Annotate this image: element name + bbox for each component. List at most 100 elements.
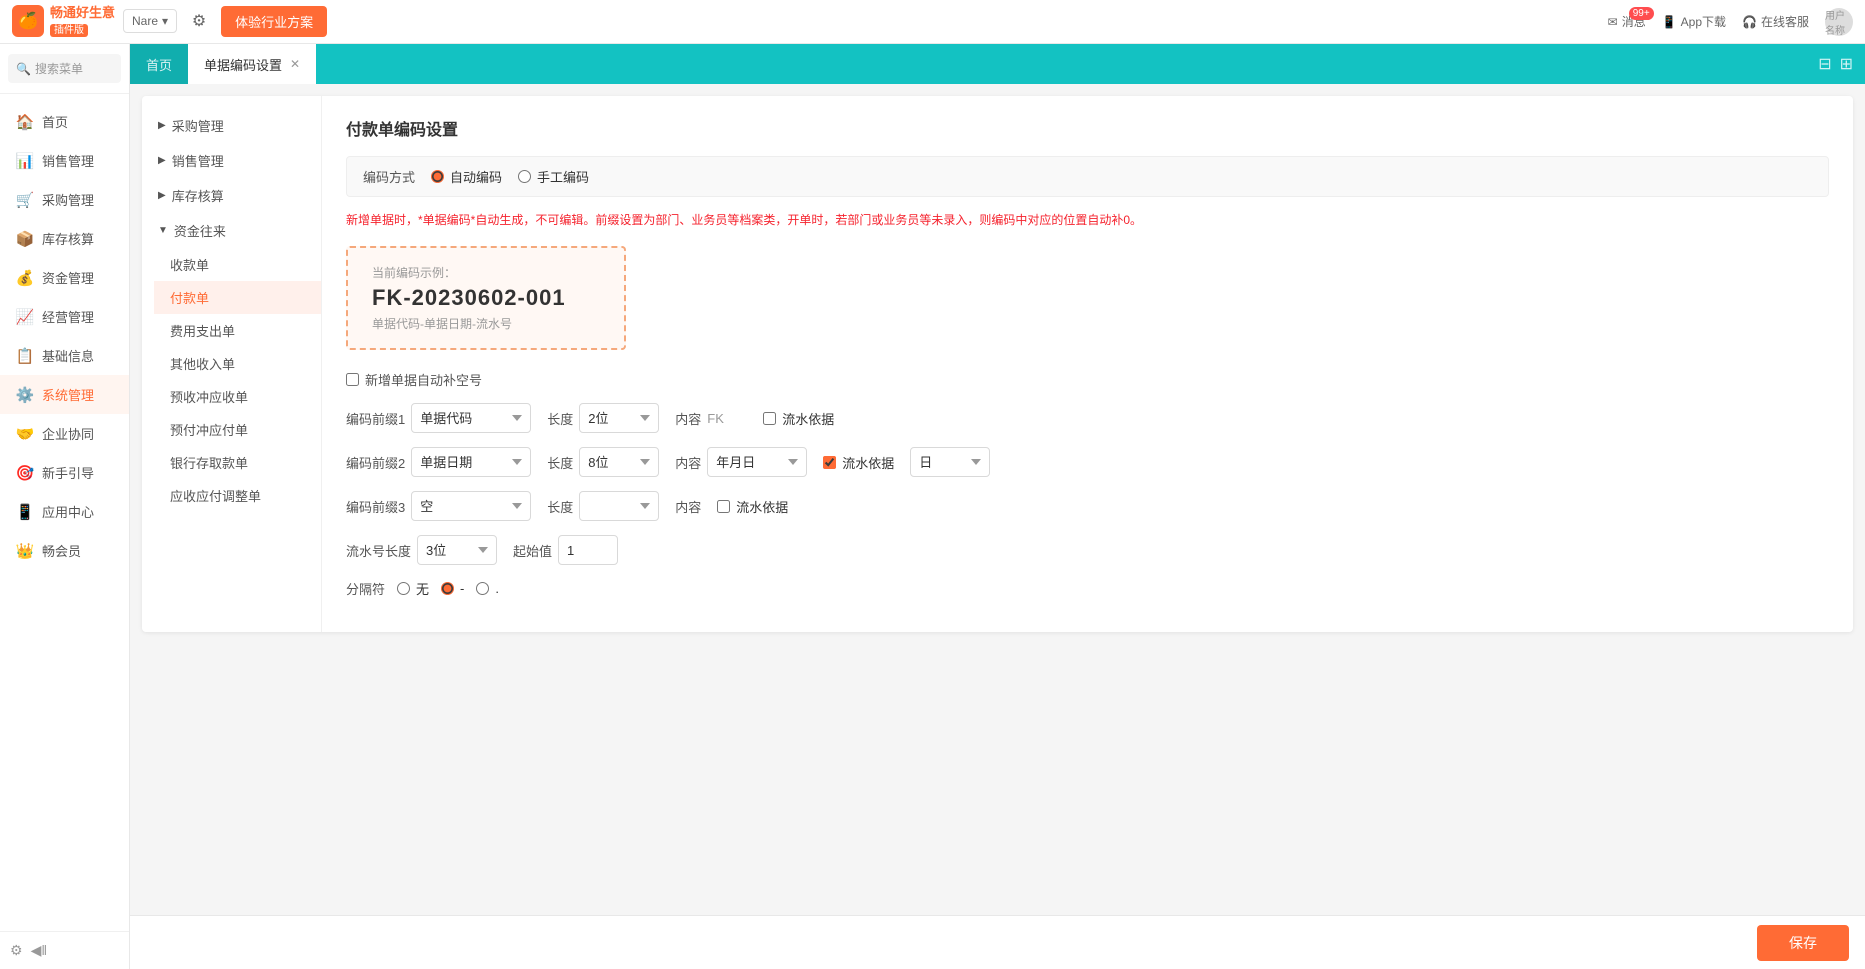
chevron-down-icon: ▾ — [162, 14, 168, 28]
prefix3-content-field: 内容 — [675, 497, 701, 516]
prefix1-length-field: 长度 2位 — [547, 403, 659, 433]
sep-dash-label: - — [460, 581, 464, 596]
prefix1-length-select[interactable]: 2位 — [579, 403, 659, 433]
prefix2-stream-unit-field: 日 — [910, 447, 990, 477]
user-avatar[interactable]: 用户名称 — [1825, 8, 1853, 36]
serial-length-select[interactable]: 3位 — [417, 535, 497, 565]
sidebar-item-home[interactable]: 🏠 首页 — [0, 102, 129, 141]
tree-group-inventory[interactable]: ▶ 库存核算 — [142, 178, 321, 213]
sidebar-item-apps[interactable]: 📱 应用中心 — [0, 492, 129, 531]
tree-group-sales[interactable]: ▶ 销售管理 — [142, 143, 321, 178]
trial-button[interactable]: 体验行业方案 — [221, 6, 327, 37]
prefix3-length-field: 长度 — [547, 491, 659, 521]
auto-encode-radio[interactable] — [431, 170, 444, 183]
tree-item-receipt[interactable]: 收款单 — [154, 248, 321, 281]
search-menu-button[interactable]: 🔍 搜索菜单 — [8, 54, 121, 83]
prefix1-row: 编码前缀1 单据代码 长度 2位 — [346, 403, 1829, 433]
enterprise-icon: 🤝 — [16, 425, 34, 443]
prefix1-field: 编码前缀1 单据代码 — [346, 403, 531, 433]
sidebar-item-member[interactable]: 👑 畅会员 — [0, 531, 129, 570]
start-value-input[interactable] — [558, 535, 618, 565]
prefix3-stream-checkbox[interactable] — [717, 500, 730, 513]
tree-item-ap-adjustment[interactable]: 应收应付调整单 — [154, 479, 321, 512]
home-icon: 🏠 — [16, 113, 34, 131]
prefix1-select[interactable]: 单据代码 — [411, 403, 531, 433]
prefix3-length-select[interactable] — [579, 491, 659, 521]
sidebar-settings-button[interactable]: ⚙ — [10, 942, 23, 959]
online-service-button[interactable]: 🎧 在线客服 — [1742, 13, 1809, 30]
tree-item-expense[interactable]: 费用支出单 — [154, 314, 321, 347]
top-nav-right: ✉ 消息 99+ 📱 App下载 🎧 在线客服 用户名称 — [1608, 8, 1853, 36]
prefix1-content-value: FK — [707, 411, 747, 426]
sep-dash-radio[interactable] — [441, 582, 454, 595]
prefix2-stream-checkbox[interactable] — [823, 456, 836, 469]
tree-item-payment[interactable]: 付款单 — [154, 281, 321, 314]
prefix1-stream-checkbox[interactable] — [763, 412, 776, 425]
prefix2-length-select[interactable]: 8位 — [579, 447, 659, 477]
encoding-mode-label: 编码方式 — [363, 167, 415, 186]
sidebar-search-area: 🔍 搜索菜单 — [0, 44, 129, 94]
prefix1-content-field: 内容 FK — [675, 409, 747, 428]
tab-expand-button[interactable]: ⊟ ⊞ — [1806, 54, 1865, 74]
member-icon: 👑 — [16, 542, 34, 560]
settings-icon[interactable]: ⚙ — [185, 7, 213, 35]
messages-button[interactable]: ✉ 消息 99+ — [1608, 13, 1646, 30]
tree-item-bank-deposit[interactable]: 银行存取款单 — [154, 446, 321, 479]
separator-dot-radio[interactable]: . — [476, 581, 499, 596]
prefix3-label: 编码前缀3 — [346, 497, 405, 516]
separator-none-radio[interactable]: 无 — [397, 579, 429, 598]
sep-none-radio[interactable] — [397, 582, 410, 595]
window-maximize-icon: ⊞ — [1840, 54, 1853, 74]
sidebar-item-finance[interactable]: 💰 资金管理 — [0, 258, 129, 297]
prefix2-stream-unit-select[interactable]: 日 — [910, 447, 990, 477]
tab-close-icon[interactable]: ✕ — [290, 57, 300, 71]
prefix1-label: 编码前缀1 — [346, 409, 405, 428]
auto-encode-label: 自动编码 — [450, 167, 502, 186]
prefix3-stream-label: 流水依据 — [736, 497, 788, 516]
radio-manual-encode[interactable]: 手工编码 — [518, 167, 589, 186]
sep-dot-radio[interactable] — [476, 582, 489, 595]
tree-item-advance-payment[interactable]: 预付冲应付单 — [154, 413, 321, 446]
sidebar-item-enterprise[interactable]: 🤝 企业协同 — [0, 414, 129, 453]
sidebar-item-inventory[interactable]: 📦 库存核算 — [0, 219, 129, 258]
prefix3-content-label: 内容 — [675, 497, 701, 516]
brand-text: 畅通好生意 插件版 — [50, 5, 115, 37]
prefix2-field: 编码前缀2 单据日期 — [346, 447, 531, 477]
preview-label: 当前编码示例： — [372, 264, 600, 281]
tree-group-purchase[interactable]: ▶ 采购管理 — [142, 108, 321, 143]
manual-encode-radio[interactable] — [518, 170, 531, 183]
sidebar-item-sales[interactable]: 📊 销售管理 — [0, 141, 129, 180]
prefix2-select[interactable]: 单据日期 — [411, 447, 531, 477]
radio-auto-encode[interactable]: 自动编码 — [431, 167, 502, 186]
save-button[interactable]: 保存 — [1757, 925, 1849, 961]
sidebar-item-system[interactable]: ⚙️ 系统管理 — [0, 375, 129, 414]
sidebar-item-basic[interactable]: 📋 基础信息 — [0, 336, 129, 375]
prefix2-stream-field: 流水依据 — [823, 453, 894, 472]
prefix3-select[interactable]: 空 — [411, 491, 531, 521]
start-value-label: 起始值 — [513, 541, 552, 560]
arrow-right-icon: ▶ — [158, 155, 166, 166]
tree-item-advance-receipt[interactable]: 预收冲应收单 — [154, 380, 321, 413]
inventory-icon: 📦 — [16, 230, 34, 248]
prefix2-stream-label: 流水依据 — [842, 453, 894, 472]
sidebar-collapse-button[interactable]: ◀‖ — [31, 942, 48, 959]
guide-icon: 🎯 — [16, 464, 34, 482]
basic-icon: 📋 — [16, 347, 34, 365]
panel-inner: ▶ 采购管理 ▶ 销售管理 ▶ 库存核算 ▼ 资 — [142, 96, 1853, 632]
left-tree: ▶ 采购管理 ▶ 销售管理 ▶ 库存核算 ▼ 资 — [142, 96, 322, 632]
prefix2-content-select[interactable]: 年月日 — [707, 447, 807, 477]
nav-dropdown[interactable]: Nare ▾ — [123, 9, 177, 33]
prefix1-content-label: 内容 — [675, 409, 701, 428]
auto-fill-checkbox[interactable] — [346, 373, 359, 386]
sidebar-item-guide[interactable]: 🎯 新手引导 — [0, 453, 129, 492]
app-download-button[interactable]: 📱 App下载 — [1662, 13, 1726, 30]
sidebar-item-operation[interactable]: 📈 经营管理 — [0, 297, 129, 336]
bottom-bar: 保存 — [130, 915, 1865, 969]
tree-group-capital[interactable]: ▼ 资金往来 — [142, 213, 321, 248]
tab-home[interactable]: 首页 — [130, 44, 188, 84]
tree-item-income[interactable]: 其他收入单 — [154, 347, 321, 380]
sidebar-item-purchase[interactable]: 🛒 采购管理 — [0, 180, 129, 219]
tab-encoding[interactable]: 单据编码设置 ✕ — [188, 44, 316, 84]
purchase-icon: 🛒 — [16, 191, 34, 209]
separator-dash-radio[interactable]: - — [441, 581, 464, 596]
